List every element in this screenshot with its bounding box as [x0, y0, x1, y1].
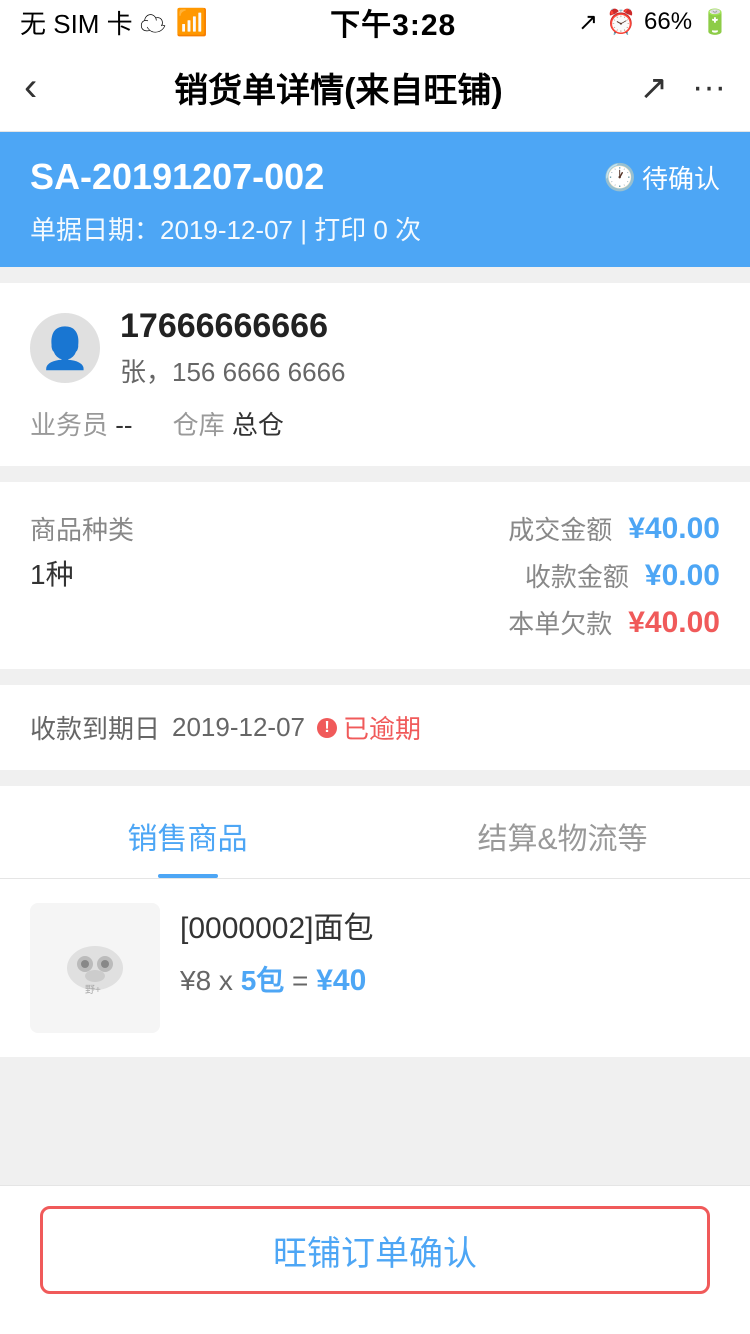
warehouse-item: 仓库 总仓 [173, 405, 284, 442]
due-label: 收款到期日 [30, 709, 160, 746]
avatar: 👤 [30, 313, 100, 383]
customer-section: 👤 17666666666 张，156 6666 6666 业务员 -- 仓库 … [0, 283, 750, 466]
price-separator: = [284, 965, 316, 996]
salesperson-item: 业务员 -- [30, 405, 133, 442]
received-value: ¥0.00 [645, 559, 720, 593]
product-item: 野+ [0000002]面包 ¥8 x 5包 = ¥40 [0, 879, 750, 1057]
order-date: 单据日期：2019-12-07 | 打印 0 次 [30, 210, 720, 247]
tab-sales-products[interactable]: 销售商品 [0, 786, 375, 878]
tab-section: 销售商品 结算&物流等 野+ [0000002]面包 ¥8 x 5包 = ¥40 [0, 786, 750, 1057]
location-icon: ↗ [578, 8, 598, 37]
customer-details: 17666666666 张，156 6666 6666 [120, 307, 346, 389]
nav-right-actions: ↗ ··· [640, 68, 726, 108]
amount-value: ¥40.00 [628, 512, 720, 546]
summary-right: 成交金额 ¥40.00 收款金额 ¥0.00 本单欠款 ¥40.00 [508, 510, 720, 641]
nav-bar: ‹ 销货单详情(来自旺铺) ↗ ··· [0, 44, 750, 132]
tab-settlement[interactable]: 结算&物流等 [375, 786, 750, 878]
share-button[interactable]: ↗ [640, 68, 669, 108]
confirm-order-button[interactable]: 旺铺订单确认 [40, 1206, 710, 1294]
received-row: 收款金额 ¥0.00 [525, 557, 720, 594]
due-date-value: 2019-12-07 [172, 712, 305, 743]
salesperson-label: 业务员 [30, 410, 108, 440]
product-logo-icon: 野+ [55, 938, 135, 998]
customer-row: 👤 17666666666 张，156 6666 6666 [30, 307, 720, 389]
amount-row: 成交金额 ¥40.00 [508, 510, 720, 547]
due-date-section: 收款到期日 2019-12-07 ! 已逾期 [0, 685, 750, 770]
bottom-button-wrap: 旺铺订单确认 [0, 1185, 750, 1334]
product-type-label: 商品种类 [30, 510, 134, 547]
received-label: 收款金额 [525, 557, 629, 594]
customer-phone: 17666666666 [120, 307, 346, 346]
battery-icon: 🔋 [700, 8, 730, 37]
status-time: 下午3:28 [330, 0, 456, 44]
overdue-badge: ! 已逾期 [317, 709, 421, 746]
order-status: 🕐 待确认 [604, 159, 720, 196]
owe-value: ¥40.00 [628, 606, 720, 640]
warehouse-value: 总仓 [232, 410, 284, 440]
product-total: ¥40 [316, 964, 366, 997]
overdue-label: 已逾期 [343, 709, 421, 746]
customer-name: 张，156 6666 6666 [120, 352, 346, 389]
person-icon: 👤 [40, 325, 90, 372]
svg-text:野+: 野+ [85, 984, 101, 996]
order-header-card: SA-20191207-002 🕐 待确认 单据日期：2019-12-07 | … [0, 132, 750, 267]
product-qty: 5包 [241, 965, 285, 996]
product-thumbnail: 野+ [30, 903, 160, 1033]
owe-row: 本单欠款 ¥40.00 [508, 604, 720, 641]
more-button[interactable]: ··· [692, 68, 726, 107]
summary-left: 商品种类 1种 [30, 510, 134, 593]
product-name: [0000002]面包 [180, 903, 720, 947]
status-bar: 无 SIM 卡 ☁ 📶 下午3:28 ↗ ⏰ 66% 🔋 [0, 0, 750, 44]
clock-icon: 🕐 [604, 162, 636, 193]
product-info: [0000002]面包 ¥8 x 5包 = ¥40 [180, 903, 720, 1033]
price-text: ¥8 x [180, 965, 241, 996]
product-price: ¥8 x 5包 = ¥40 [180, 959, 720, 999]
sim-label: 无 SIM 卡 ☁ [20, 4, 166, 41]
salesperson-value: -- [115, 410, 132, 440]
owe-label: 本单欠款 [508, 604, 612, 641]
back-button[interactable]: ‹ [24, 65, 37, 110]
summary-section: 商品种类 1种 成交金额 ¥40.00 收款金额 ¥0.00 本单欠款 ¥40.… [0, 482, 750, 669]
status-right: ↗ ⏰ 66% 🔋 [578, 8, 730, 37]
status-label: 待确认 [642, 159, 720, 196]
overdue-icon: ! [317, 718, 337, 738]
status-left: 无 SIM 卡 ☁ 📶 [20, 4, 208, 41]
alarm-icon: ⏰ [606, 8, 636, 37]
order-header-top: SA-20191207-002 🕐 待确认 [30, 156, 720, 198]
customer-meta: 业务员 -- 仓库 总仓 [30, 405, 720, 442]
tab-bar: 销售商品 结算&物流等 [0, 786, 750, 879]
wifi-icon: 📶 [176, 7, 208, 38]
page-title: 销货单详情(来自旺铺) [174, 63, 503, 112]
warehouse-label: 仓库 [173, 410, 225, 440]
order-id: SA-20191207-002 [30, 156, 324, 198]
product-type-value: 1种 [30, 553, 134, 593]
battery-level: 66% [644, 8, 692, 36]
amount-label: 成交金额 [508, 510, 612, 547]
